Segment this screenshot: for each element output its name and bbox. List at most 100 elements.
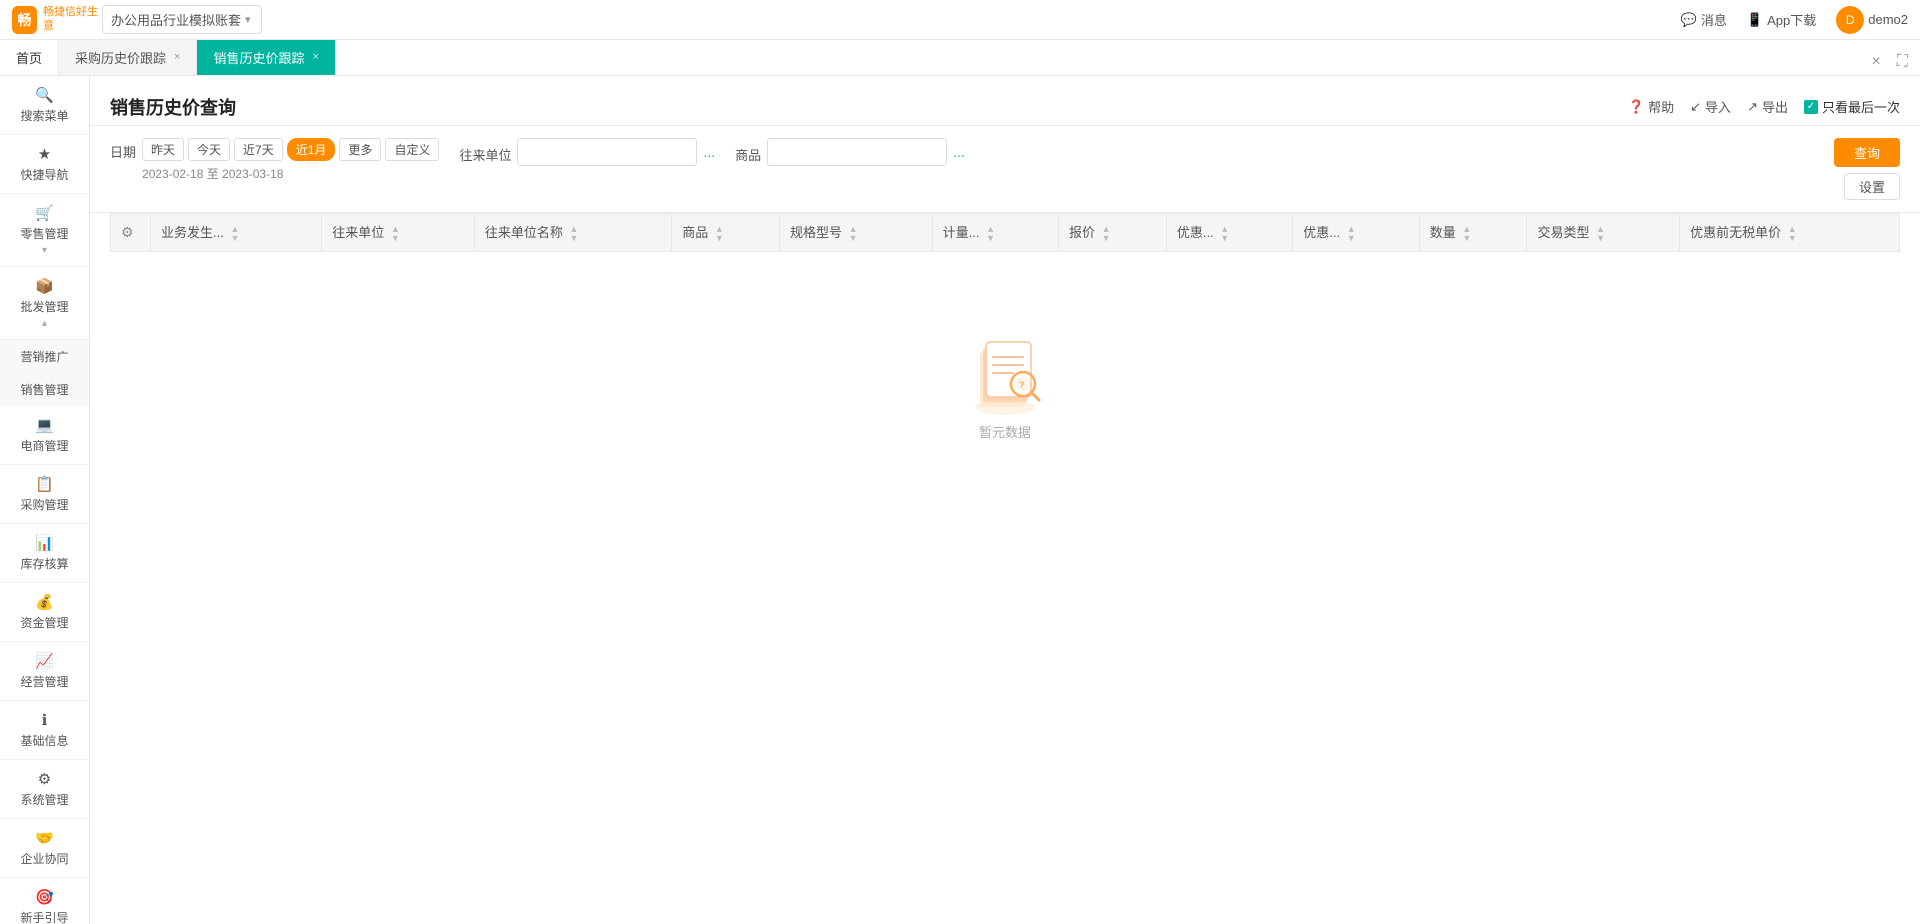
th-discount1[interactable]: 优惠... ▲▼: [1166, 214, 1292, 252]
goods-dots-btn[interactable]: ...: [953, 144, 965, 160]
only-last-checkbox[interactable]: ✓ 只看最后一次: [1804, 97, 1900, 116]
sidebar-item-sales[interactable]: 销售管理: [0, 373, 89, 406]
page-header-actions: ❓ 帮助 ↙ 导入 ↗ 导出 ✓ 只看最后一次: [1628, 97, 1900, 116]
message-btn[interactable]: 💬 消息: [1681, 10, 1727, 29]
sidebar-item-search-label: 搜索菜单: [20, 107, 68, 124]
settings-btn[interactable]: 设置: [1844, 173, 1900, 200]
sidebar-item-marketing-label: 营销推广: [20, 348, 68, 365]
goods-label: 商品: [735, 141, 761, 164]
export-btn[interactable]: ↗ 导出: [1747, 97, 1788, 116]
sidebar-item-operations-label: 经营管理: [20, 673, 68, 690]
search-icon: 🔍: [35, 86, 54, 104]
sidebar-item-system[interactable]: ⚙ 系统管理: [0, 760, 89, 819]
sidebar-item-inventory[interactable]: 📊 库存核算: [0, 524, 89, 583]
sidebar-item-quick-nav[interactable]: ★ 快捷导航: [0, 135, 89, 194]
close-all-tabs-btn[interactable]: ×: [1867, 49, 1884, 75]
operations-icon: 📈: [35, 652, 54, 670]
import-label: 导入: [1705, 97, 1731, 116]
sidebar-item-basics-label: 基础信息: [20, 732, 68, 749]
tab-home[interactable]: 首页: [0, 39, 59, 75]
sidebar-item-finance-label: 资金管理: [20, 614, 68, 631]
sort-arrows-biz-date: ▲▼: [230, 225, 239, 243]
export-label: 导出: [1762, 97, 1788, 116]
empty-text: 暂元数据: [979, 422, 1031, 441]
finance-icon: 💰: [35, 593, 54, 611]
import-btn[interactable]: ↙ 导入: [1690, 97, 1731, 116]
table-container: ⚙ 业务发生... ▲▼ 往来单位 ▲▼ 往来单位名称: [90, 213, 1920, 521]
date-buttons: 昨天 今天 近7天 近1月 更多 自定义: [142, 138, 439, 161]
th-pretax-price[interactable]: 优惠前无税单价 ▲▼: [1680, 214, 1900, 252]
date-btn-7days[interactable]: 近7天: [234, 138, 283, 161]
sidebar-item-purchase[interactable]: 📋 采购管理: [0, 465, 89, 524]
sidebar: 🔍 搜索菜单 ★ 快捷导航 🛒 零售管理 ▾ 📦 批发管理 ▴ 营销推广 销售管…: [0, 76, 90, 924]
app-selector-label: 办公用品行业模拟账套: [111, 10, 241, 29]
avatar: D: [1836, 6, 1864, 34]
checkbox-icon: ✓: [1804, 100, 1818, 114]
chevron-up-icon: ▴: [42, 318, 47, 329]
date-btn-today[interactable]: 今天: [188, 138, 230, 161]
layout: 🔍 搜索菜单 ★ 快捷导航 🛒 零售管理 ▾ 📦 批发管理 ▴ 营销推广 销售管…: [0, 76, 1920, 924]
date-btn-1month[interactable]: 近1月: [287, 138, 336, 161]
th-goods[interactable]: 商品 ▲▼: [672, 214, 780, 252]
th-partner-name[interactable]: 往来单位名称 ▲▼: [474, 214, 671, 252]
sidebar-item-basics[interactable]: ℹ 基础信息: [0, 701, 89, 760]
th-discount2[interactable]: 优惠... ▲▼: [1293, 214, 1419, 252]
date-filter-group: 日期 昨天 今天 近7天 近1月 更多 自定义 2023-02-18 至 202…: [110, 138, 439, 182]
sidebar-item-finance[interactable]: 💰 资金管理: [0, 583, 89, 642]
wholesale-icon: 📦: [35, 277, 54, 295]
date-btn-custom[interactable]: 自定义: [385, 138, 439, 161]
message-label: 消息: [1701, 10, 1727, 29]
sidebar-item-operations[interactable]: 📈 经营管理: [0, 642, 89, 701]
tab-sales-history[interactable]: 销售历史价跟踪 ×: [197, 39, 335, 75]
goods-filter-group: 商品 ...: [735, 138, 965, 166]
sidebar-item-enterprise[interactable]: 🤝 企业协同: [0, 819, 89, 878]
gear-icon[interactable]: ⚙: [121, 224, 134, 240]
inventory-icon: 📊: [35, 534, 54, 552]
th-spec[interactable]: 规格型号 ▲▼: [780, 214, 933, 252]
th-biz-date[interactable]: 业务发生... ▲▼: [151, 214, 322, 252]
topbar-right: 💬 消息 📱 App下载 D demo2: [1681, 6, 1908, 34]
chevron-down-icon: ▾: [42, 245, 47, 256]
table-header: ⚙ 业务发生... ▲▼ 往来单位 ▲▼ 往来单位名称: [111, 214, 1900, 252]
app-selector[interactable]: 办公用品行业模拟账套 ▾: [102, 5, 262, 34]
sidebar-item-wholesale[interactable]: 📦 批发管理 ▴: [0, 267, 89, 340]
tab-home-label: 首页: [16, 48, 42, 67]
basics-icon: ℹ: [42, 711, 48, 729]
th-qty[interactable]: 数量 ▲▼: [1419, 214, 1527, 252]
date-btn-yesterday[interactable]: 昨天: [142, 138, 184, 161]
chevron-down-icon: ▾: [245, 13, 251, 26]
query-btn[interactable]: 查询: [1834, 138, 1900, 167]
th-partner-code[interactable]: 往来单位 ▲▼: [322, 214, 475, 252]
sidebar-item-enterprise-label: 企业协同: [20, 850, 68, 867]
sort-arrows-unit: ▲▼: [986, 225, 995, 243]
sidebar-item-marketing[interactable]: 营销推广: [0, 340, 89, 373]
help-btn[interactable]: ❓ 帮助: [1628, 97, 1674, 116]
th-unit[interactable]: 计量... ▲▼: [932, 214, 1058, 252]
sort-arrows-partner-code: ▲▼: [391, 225, 400, 243]
sidebar-item-ecommerce[interactable]: 💻 电商管理: [0, 406, 89, 465]
tab-purchase-history[interactable]: 采购历史价跟踪 ×: [59, 39, 197, 75]
page-title: 销售历史价查询: [110, 94, 236, 120]
retail-icon: 🛒: [35, 204, 54, 222]
fullscreen-btn[interactable]: ⛶: [1893, 49, 1912, 75]
user-info[interactable]: D demo2: [1836, 6, 1908, 34]
sidebar-item-guide[interactable]: 🎯 新手引导: [0, 878, 89, 924]
sidebar-item-retail[interactable]: 🛒 零售管理 ▾: [0, 194, 89, 267]
sidebar-item-sales-label: 销售管理: [20, 381, 68, 398]
tab-purchase-history-close[interactable]: ×: [174, 51, 180, 63]
logo: 畅 畅捷信好生意: [12, 6, 102, 34]
th-quote[interactable]: 报价 ▲▼: [1059, 214, 1167, 252]
sort-arrows-trade-type: ▲▼: [1596, 225, 1605, 243]
sort-arrows-quote: ▲▼: [1102, 225, 1111, 243]
sidebar-item-search[interactable]: 🔍 搜索菜单: [0, 76, 89, 135]
partner-input[interactable]: [517, 138, 697, 166]
app-download-btn[interactable]: 📱 App下载: [1747, 10, 1816, 29]
sort-arrows-spec: ▲▼: [849, 225, 858, 243]
date-btn-more[interactable]: 更多: [339, 138, 381, 161]
tab-sales-history-close[interactable]: ×: [312, 51, 318, 63]
goods-input[interactable]: [767, 138, 947, 166]
th-trade-type[interactable]: 交易类型 ▲▼: [1527, 214, 1680, 252]
partner-dots-btn[interactable]: ...: [703, 144, 715, 160]
sort-arrows-qty: ▲▼: [1462, 225, 1471, 243]
tabbar: 首页 采购历史价跟踪 × 销售历史价跟踪 × × ⛶: [0, 40, 1920, 76]
